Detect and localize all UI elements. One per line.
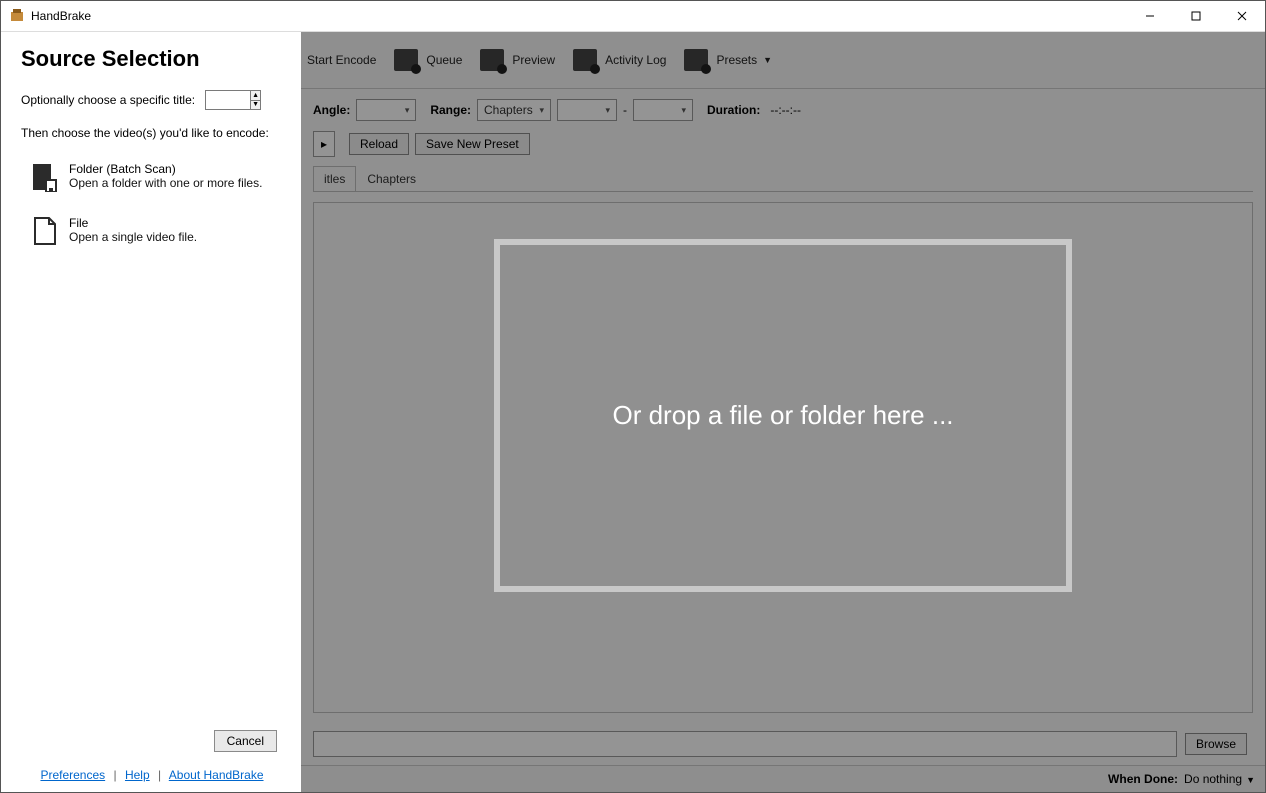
title-step-up[interactable]: ▲ — [251, 91, 260, 101]
chevron-down-icon: ▼ — [763, 55, 772, 65]
window-title: HandBrake — [31, 9, 91, 23]
source-parameters-row: Angle: ▾ Range: Chapters▾ ▾ - ▾ Duration… — [301, 89, 1265, 127]
presets-button[interactable]: Presets▼ — [684, 49, 772, 71]
preset-row: ▸ Reload Save New Preset — [301, 127, 1265, 165]
queue-button[interactable]: Queue — [394, 49, 462, 71]
open-file-title: File — [69, 216, 197, 230]
file-icon — [31, 216, 57, 246]
save-row: Browse — [301, 723, 1265, 765]
panel-heading: Source Selection — [21, 46, 283, 72]
drop-zone-text: Or drop a file or folder here ... — [612, 400, 953, 431]
specific-title-input[interactable] — [206, 91, 250, 109]
open-folder-title: Folder (Batch Scan) — [69, 162, 262, 176]
range-label: Range: — [430, 103, 471, 117]
open-file-option[interactable]: File Open a single video file. — [31, 216, 283, 246]
duration-value: --:--:-- — [770, 103, 801, 117]
when-done-label: When Done: — [1108, 772, 1178, 786]
activity-log-button[interactable]: Activity Log — [573, 49, 666, 71]
tabs: itles Chapters — [313, 165, 1253, 192]
toolbar: Start Encode Queue Preview Activity Log … — [301, 32, 1265, 89]
drop-zone[interactable]: Or drop a file or folder here ... — [494, 239, 1072, 592]
about-link[interactable]: About HandBrake — [169, 768, 264, 782]
titlebar: HandBrake — [1, 1, 1265, 32]
open-folder-option[interactable]: Folder (Batch Scan) Open a folder with o… — [31, 162, 283, 192]
specific-title-stepper[interactable]: ▲ ▼ — [205, 90, 261, 110]
range-mode-select[interactable]: Chapters▾ — [477, 99, 551, 121]
folder-icon — [31, 162, 57, 192]
preset-expand-button[interactable]: ▸ — [313, 131, 335, 157]
output-path-field[interactable] — [313, 731, 1177, 757]
main-area: Start Encode Queue Preview Activity Log … — [301, 32, 1265, 792]
open-folder-desc: Open a folder with one or more files. — [69, 176, 262, 190]
maximize-button[interactable] — [1173, 1, 1219, 31]
presets-icon — [684, 49, 708, 71]
close-button[interactable] — [1219, 1, 1265, 31]
preview-button[interactable]: Preview — [480, 49, 555, 71]
start-encode-button[interactable]: Start Encode — [307, 53, 376, 67]
instruction-text: Then choose the video(s) you'd like to e… — [21, 126, 283, 140]
tab-chapters[interactable]: Chapters — [356, 166, 427, 192]
tab-titles[interactable]: itles — [313, 166, 356, 192]
browse-button[interactable]: Browse — [1185, 733, 1247, 755]
app-icon — [9, 8, 25, 24]
activity-log-icon — [573, 49, 597, 71]
save-new-preset-button[interactable]: Save New Preset — [415, 133, 530, 155]
reload-button[interactable]: Reload — [349, 133, 409, 155]
when-done-select[interactable]: Do nothing▼ — [1184, 772, 1255, 786]
queue-icon — [394, 49, 418, 71]
help-link[interactable]: Help — [125, 768, 150, 782]
preferences-link[interactable]: Preferences — [40, 768, 105, 782]
range-start-select[interactable]: ▾ — [557, 99, 617, 121]
angle-select[interactable]: ▾ — [356, 99, 416, 121]
optional-title-label: Optionally choose a specific title: — [21, 93, 195, 107]
footer-links: Preferences | Help | About HandBrake — [21, 768, 283, 782]
duration-label: Duration: — [707, 103, 760, 117]
source-selection-panel: Source Selection Optionally choose a spe… — [1, 32, 301, 792]
content-area: Or drop a file or folder here ... — [313, 202, 1253, 713]
status-bar: When Done: Do nothing▼ — [301, 765, 1265, 792]
preview-icon — [480, 49, 504, 71]
app-window: HandBrake Source Selection Optionally ch… — [0, 0, 1266, 793]
angle-label: Angle: — [313, 103, 350, 117]
cancel-button[interactable]: Cancel — [214, 730, 277, 752]
range-separator: - — [623, 103, 627, 117]
open-file-desc: Open a single video file. — [69, 230, 197, 244]
range-end-select[interactable]: ▾ — [633, 99, 693, 121]
minimize-button[interactable] — [1127, 1, 1173, 31]
title-step-down[interactable]: ▼ — [251, 101, 260, 110]
